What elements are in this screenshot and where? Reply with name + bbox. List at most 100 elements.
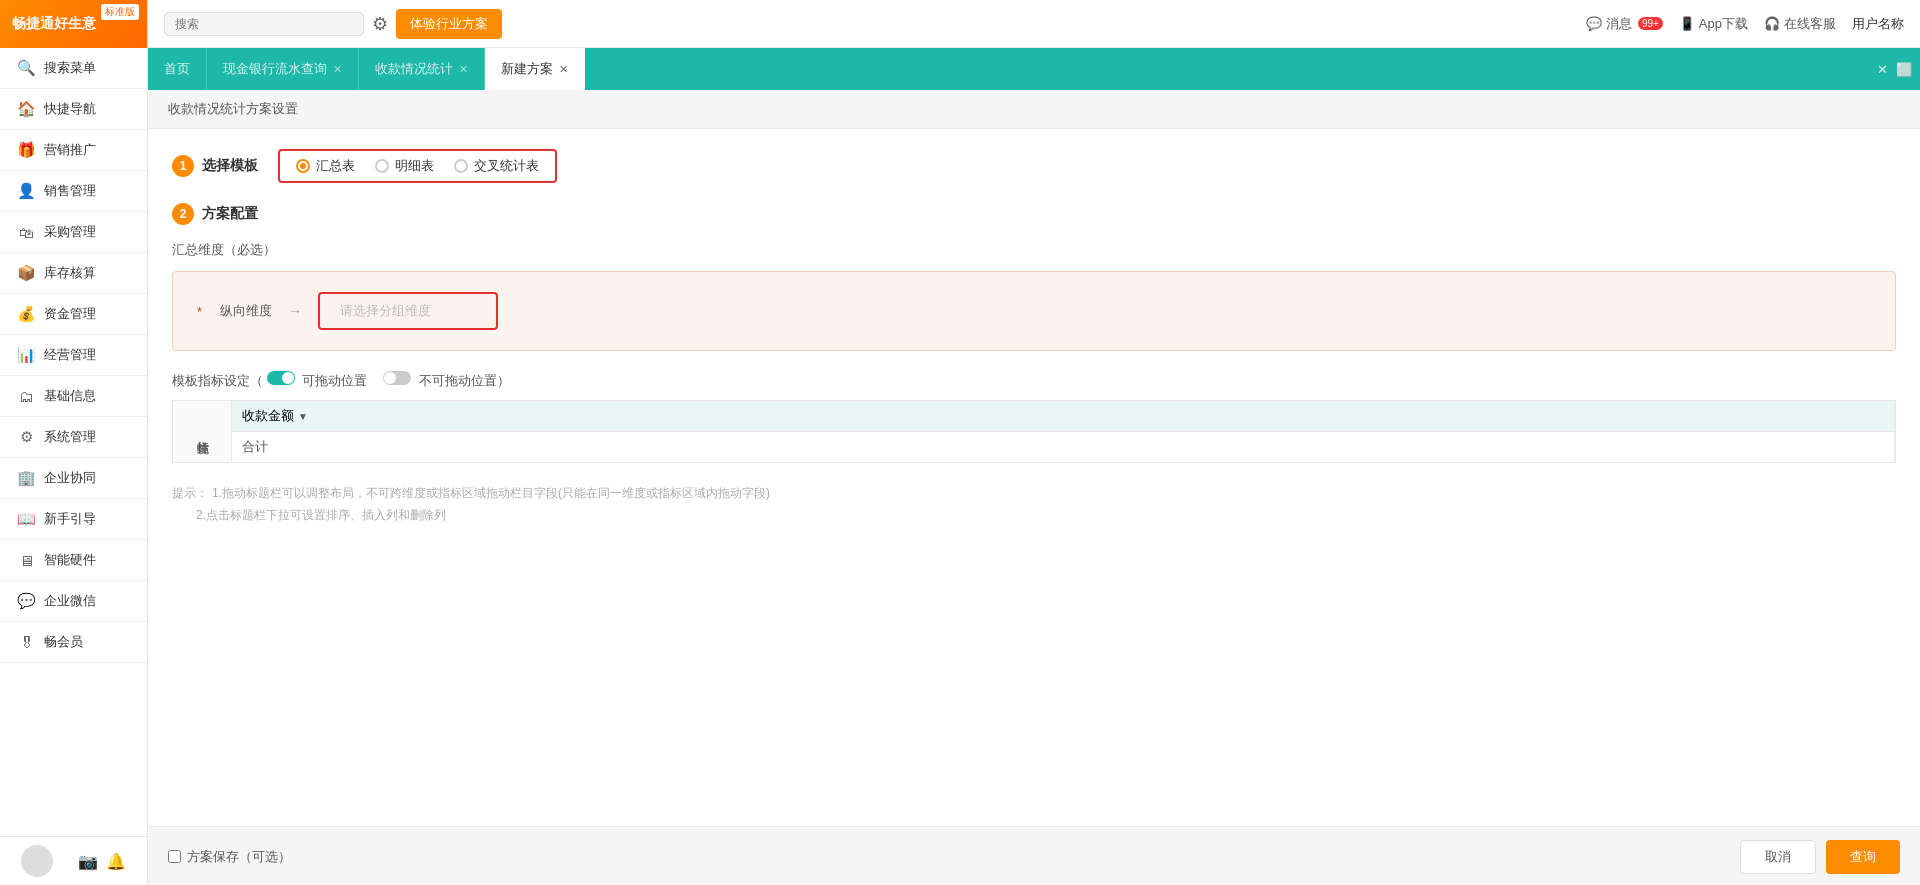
online-service-icon: 🎧: [1764, 16, 1780, 31]
vertical-dimension-label: 纵向维度: [220, 302, 272, 320]
app-download-button[interactable]: 📱 App下载: [1679, 15, 1748, 33]
topbar: ⚙ 体验行业方案 💬 消息 99+ 📱 App下载 🎧 在线客服 用户名称: [148, 0, 1920, 48]
logo-badge: 标准版: [101, 4, 139, 20]
content-area: 收款情况统计方案设置 1 选择模板 汇总表 明细表: [148, 90, 1920, 885]
tab-bank-flow[interactable]: 现金银行流水查询 ✕: [207, 48, 359, 90]
stats-section-label: 统计指标: [172, 400, 232, 463]
tab-collection-stats-close-icon[interactable]: ✕: [459, 63, 468, 76]
step2-section: 2 方案配置 汇总维度（必选） * 纵向维度 → 请选择分组维度: [172, 203, 1896, 526]
sidebar: 畅捷通好生意 标准版 🔍 搜索菜单 🏠 快捷导航 🎁 营销推广 👤 销售管理 🛍…: [0, 0, 148, 885]
save-checkbox-area[interactable]: 方案保存（可选）: [168, 848, 291, 866]
sidebar-item-label: 销售管理: [44, 182, 96, 200]
step1-title: 选择模板: [202, 157, 258, 175]
sidebar-item-enterprise[interactable]: 🏢 企业协同: [0, 458, 147, 499]
tabbar: 首页 现金银行流水查询 ✕ 收款情况统计 ✕ 新建方案 ✕ ✕ ⬜: [148, 48, 1920, 90]
tab-new-plan[interactable]: 新建方案 ✕: [485, 48, 585, 90]
sidebar-item-newbie[interactable]: 📖 新手引导: [0, 499, 147, 540]
online-service-button[interactable]: 🎧 在线客服: [1764, 15, 1836, 33]
sidebar-item-hardware[interactable]: 🖥 智能硬件: [0, 540, 147, 581]
save-checkbox[interactable]: [168, 850, 181, 863]
basics-icon: 🗂: [16, 386, 36, 406]
tab-collection-stats-label: 收款情况统计: [375, 60, 453, 78]
config-section: 汇总维度（必选） * 纵向维度 → 请选择分组维度: [172, 241, 1896, 526]
enterprise-icon: 🏢: [16, 468, 36, 488]
sidebar-bottom: 📷 🔔: [0, 836, 147, 885]
operations-icon: 📊: [16, 345, 36, 365]
step1-section: 1 选择模板 汇总表 明细表 交叉统计表: [172, 149, 1896, 183]
tab-home[interactable]: 首页: [148, 48, 207, 90]
metrics-header: 模板指标设定（ 可拖动位置 不可拖动位置）: [172, 371, 1896, 390]
cancel-button[interactable]: 取消: [1740, 840, 1816, 874]
search-input[interactable]: [164, 12, 364, 36]
radio-cross-circle: [454, 159, 468, 173]
sidebar-icon1[interactable]: 📷: [78, 852, 98, 871]
dimension-select[interactable]: 请选择分组维度: [318, 292, 498, 330]
sidebar-item-label: 营销推广: [44, 141, 96, 159]
topbar-right: 💬 消息 99+ 📱 App下载 🎧 在线客服 用户名称: [1586, 15, 1904, 33]
sidebar-item-label: 经营管理: [44, 346, 96, 364]
sidebar-item-member[interactable]: 🎖 畅会员: [0, 622, 147, 663]
topbar-left: ⚙ 体验行业方案: [164, 9, 502, 39]
tab-collection-stats[interactable]: 收款情况统计 ✕: [359, 48, 485, 90]
radio-detail[interactable]: 明细表: [375, 157, 434, 175]
username-label: 用户名称: [1852, 15, 1904, 33]
app-download-icon: 📱: [1679, 16, 1695, 31]
industry-solution-button[interactable]: 体验行业方案: [396, 9, 502, 39]
sidebar-item-system[interactable]: ⚙ 系统管理: [0, 417, 147, 458]
tip-prefix: [172, 505, 192, 527]
sidebar-item-operations[interactable]: 📊 经营管理: [0, 335, 147, 376]
sidebar-item-capital[interactable]: 💰 资金管理: [0, 294, 147, 335]
sidebar-item-label: 采购管理: [44, 223, 96, 241]
sidebar-icon2[interactable]: 🔔: [106, 852, 126, 871]
stats-data-row: 合计: [232, 432, 1895, 462]
newbie-icon: 📖: [16, 509, 36, 529]
sidebar-item-quick-nav[interactable]: 🏠 快捷导航: [0, 89, 147, 130]
query-button[interactable]: 查询: [1826, 840, 1900, 874]
radio-cross[interactable]: 交叉统计表: [454, 157, 539, 175]
quick-nav-icon: 🏠: [16, 99, 36, 119]
breadcrumb: 收款情况统计方案设置: [168, 101, 298, 116]
maximize-window-icon[interactable]: ⬜: [1896, 62, 1912, 77]
save-label: 方案保存（可选）: [187, 848, 291, 866]
notifications-label: 消息: [1606, 15, 1632, 33]
settings-icon[interactable]: ⚙: [372, 13, 388, 35]
bottom-buttons: 取消 查询: [1740, 840, 1900, 874]
sidebar-item-basics[interactable]: 🗂 基础信息: [0, 376, 147, 417]
message-icon: 💬: [1586, 16, 1602, 31]
tab-new-plan-label: 新建方案: [501, 60, 553, 78]
step2-header: 2 方案配置: [172, 203, 1896, 225]
stats-col-amount-label: 收款金额: [242, 407, 294, 425]
sidebar-item-label: 资金管理: [44, 305, 96, 323]
member-icon: 🎖: [16, 632, 36, 652]
tip-text-2: 2.点击标题栏下拉可设置排序、插入列和删除列: [196, 505, 446, 527]
required-star: *: [197, 304, 202, 319]
sidebar-item-purchase[interactable]: 🛍 采购管理: [0, 212, 147, 253]
sidebar-item-label: 畅会员: [44, 633, 83, 651]
sidebar-item-label: 新手引导: [44, 510, 96, 528]
sidebar-item-label: 基础信息: [44, 387, 96, 405]
template-radio-group: 汇总表 明细表 交叉统计表: [278, 149, 557, 183]
sidebar-item-inventory[interactable]: 📦 库存核算: [0, 253, 147, 294]
sidebar-item-label: 企业微信: [44, 592, 96, 610]
online-service-label: 在线客服: [1784, 15, 1836, 33]
radio-summary[interactable]: 汇总表: [296, 157, 355, 175]
nodrag-toggle[interactable]: [383, 371, 411, 385]
user-avatar[interactable]: [21, 845, 53, 877]
stats-col-amount[interactable]: 收款金额 ▼: [232, 401, 1895, 431]
sidebar-item-wechat[interactable]: 💬 企业微信: [0, 581, 147, 622]
radio-detail-label: 明细表: [395, 157, 434, 175]
sidebar-item-sales[interactable]: 👤 销售管理: [0, 171, 147, 212]
tab-new-plan-close-icon[interactable]: ✕: [559, 63, 568, 76]
tab-bank-flow-close-icon[interactable]: ✕: [333, 63, 342, 76]
sidebar-item-search-menu[interactable]: 🔍 搜索菜单: [0, 48, 147, 89]
step1-header: 1 选择模板 汇总表 明细表 交叉统计表: [172, 149, 1896, 183]
sidebar-item-label: 企业协同: [44, 469, 96, 487]
dimension-row: * 纵向维度 → 请选择分组维度: [197, 292, 1871, 330]
close-window-icon[interactable]: ✕: [1877, 62, 1888, 77]
tab-home-label: 首页: [164, 60, 190, 78]
notifications-button[interactable]: 💬 消息 99+: [1586, 15, 1663, 33]
sidebar-item-label: 智能硬件: [44, 551, 96, 569]
sidebar-item-marketing[interactable]: 🎁 营销推广: [0, 130, 147, 171]
drag-toggle[interactable]: [267, 371, 295, 385]
marketing-icon: 🎁: [16, 140, 36, 160]
